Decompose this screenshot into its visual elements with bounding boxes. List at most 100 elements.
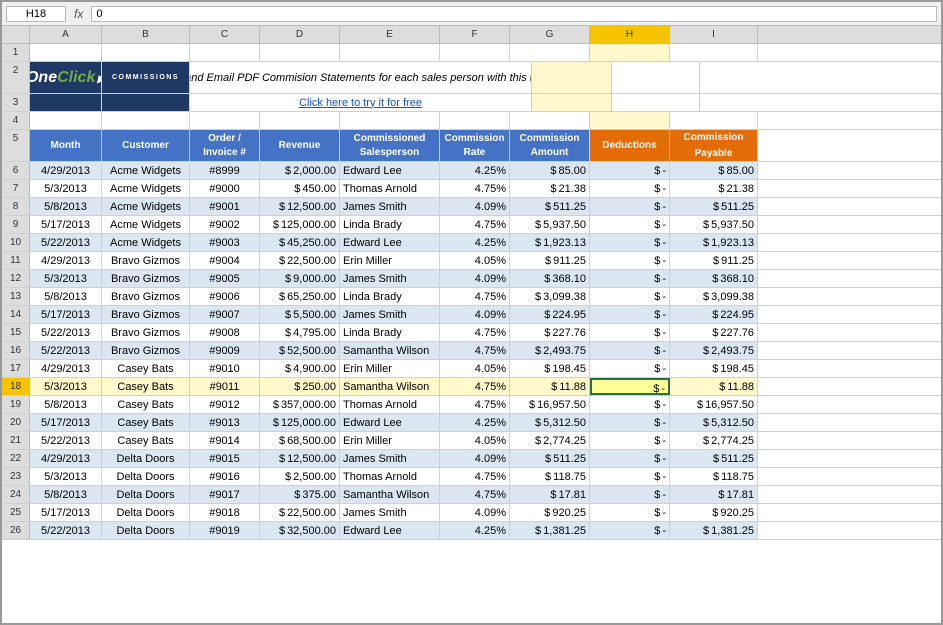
cell-payable[interactable]: $227.76	[670, 324, 758, 341]
cell-rate[interactable]: 4.25%	[440, 414, 510, 431]
cell-revenue[interactable]: $375.00	[260, 486, 340, 503]
cell-revenue[interactable]: $4,795.00	[260, 324, 340, 341]
cell-amount[interactable]: $198.45	[510, 360, 590, 377]
cell-month[interactable]: 5/17/2013	[30, 414, 102, 431]
cell-customer[interactable]: Bravo Gizmos	[102, 270, 190, 287]
cell-reference-input[interactable]	[6, 6, 66, 22]
cell-amount[interactable]: $1,923.13	[510, 234, 590, 251]
cell-rate[interactable]: 4.25%	[440, 522, 510, 539]
cell-revenue[interactable]: $65,250.00	[260, 288, 340, 305]
cell-amount[interactable]: $11.88	[510, 378, 590, 395]
cell-deductions[interactable]: $-	[590, 252, 670, 269]
cell-rate[interactable]: 4.09%	[440, 270, 510, 287]
cell-revenue[interactable]: $2,500.00	[260, 468, 340, 485]
cell-revenue[interactable]: $22,500.00	[260, 504, 340, 521]
cell-rate[interactable]: 4.75%	[440, 378, 510, 395]
cell-order[interactable]: #9013	[190, 414, 260, 431]
cell-amount[interactable]: $118.75	[510, 468, 590, 485]
cell-month[interactable]: 5/8/2013	[30, 288, 102, 305]
cell-order[interactable]: #9007	[190, 306, 260, 323]
cell-revenue[interactable]: $450.00	[260, 180, 340, 197]
cell-amount[interactable]: $16,957.50	[510, 396, 590, 413]
cell-salesperson[interactable]: James Smith	[340, 270, 440, 287]
cell-customer[interactable]: Casey Bats	[102, 360, 190, 377]
cell-month[interactable]: 5/3/2013	[30, 378, 102, 395]
cell-month[interactable]: 4/29/2013	[30, 450, 102, 467]
cell-amount[interactable]: $511.25	[510, 198, 590, 215]
cell-salesperson[interactable]: Edward Lee	[340, 162, 440, 179]
cell-customer[interactable]: Bravo Gizmos	[102, 306, 190, 323]
cell-revenue[interactable]: $22,500.00	[260, 252, 340, 269]
cell-salesperson[interactable]: Edward Lee	[340, 414, 440, 431]
cell-deductions[interactable]: $-	[590, 234, 670, 251]
cell-salesperson[interactable]: Thomas Arnold	[340, 180, 440, 197]
cell-customer[interactable]: Acme Widgets	[102, 180, 190, 197]
cell-payable[interactable]: $198.45	[670, 360, 758, 377]
cell-customer[interactable]: Delta Doors	[102, 504, 190, 521]
cell-deductions[interactable]: $-	[590, 270, 670, 287]
cell-revenue[interactable]: $68,500.00	[260, 432, 340, 449]
cell-deductions[interactable]: $-	[590, 306, 670, 323]
cell-deductions[interactable]: $-	[590, 342, 670, 359]
col-header-g[interactable]: G	[510, 26, 590, 43]
cell-rate[interactable]: 4.09%	[440, 306, 510, 323]
cell-amount[interactable]: $3,099.38	[510, 288, 590, 305]
cell-payable[interactable]: $920.25	[670, 504, 758, 521]
cell-amount[interactable]: $224.95	[510, 306, 590, 323]
cell-rate[interactable]: 4.09%	[440, 450, 510, 467]
cell-payable[interactable]: $17.81	[670, 486, 758, 503]
cell-order[interactable]: #9018	[190, 504, 260, 521]
cell-deductions[interactable]: $-	[590, 504, 670, 521]
cell-deductions[interactable]: $-	[590, 180, 670, 197]
cell-month[interactable]: 5/22/2013	[30, 432, 102, 449]
cell-deductions[interactable]: $-	[590, 324, 670, 341]
cell-salesperson[interactable]: James Smith	[340, 306, 440, 323]
cell-deductions[interactable]: $-	[590, 162, 670, 179]
formula-input[interactable]	[91, 6, 937, 22]
cell-payable[interactable]: $11.88	[670, 378, 758, 395]
cell-salesperson[interactable]: James Smith	[340, 504, 440, 521]
cell-order[interactable]: #9010	[190, 360, 260, 377]
cell-order[interactable]: #9017	[190, 486, 260, 503]
cell-month[interactable]: 5/3/2013	[30, 180, 102, 197]
col-header-e[interactable]: E	[340, 26, 440, 43]
cell-order[interactable]: #9006	[190, 288, 260, 305]
cell-payable[interactable]: $911.25	[670, 252, 758, 269]
cell-payable[interactable]: $118.75	[670, 468, 758, 485]
cell-rate[interactable]: 4.25%	[440, 162, 510, 179]
cell-customer[interactable]: Casey Bats	[102, 414, 190, 431]
cell-month[interactable]: 5/3/2013	[30, 468, 102, 485]
cell-order[interactable]: #9002	[190, 216, 260, 233]
cell-month[interactable]: 5/8/2013	[30, 198, 102, 215]
cell-rate[interactable]: 4.75%	[440, 396, 510, 413]
cell-salesperson[interactable]: Edward Lee	[340, 522, 440, 539]
cell-revenue[interactable]: $125,000.00	[260, 414, 340, 431]
cell-customer[interactable]: Bravo Gizmos	[102, 342, 190, 359]
cell-order[interactable]: #9012	[190, 396, 260, 413]
cell-payable[interactable]: $85.00	[670, 162, 758, 179]
cell-rate[interactable]: 4.75%	[440, 180, 510, 197]
cell-customer[interactable]: Delta Doors	[102, 522, 190, 539]
cell-deductions[interactable]: $-	[590, 396, 670, 413]
cell-deductions[interactable]: $-	[590, 360, 670, 377]
cell-amount[interactable]: $911.25	[510, 252, 590, 269]
cell-payable[interactable]: $5,312.50	[670, 414, 758, 431]
cell-salesperson[interactable]: Linda Brady	[340, 324, 440, 341]
cell-amount[interactable]: $2,493.75	[510, 342, 590, 359]
cell-order[interactable]: #9009	[190, 342, 260, 359]
cell-rate[interactable]: 4.75%	[440, 342, 510, 359]
cell-amount[interactable]: $21.38	[510, 180, 590, 197]
cell-customer[interactable]: Acme Widgets	[102, 234, 190, 251]
cell-customer[interactable]: Delta Doors	[102, 468, 190, 485]
cell-amount[interactable]: $2,774.25	[510, 432, 590, 449]
cell-order[interactable]: #9019	[190, 522, 260, 539]
cell-amount[interactable]: $920.25	[510, 504, 590, 521]
cell-rate[interactable]: 4.75%	[440, 288, 510, 305]
cell-salesperson[interactable]: Erin Miller	[340, 432, 440, 449]
cell-payable[interactable]: $511.25	[670, 450, 758, 467]
cell-deductions[interactable]: $-	[590, 450, 670, 467]
cell-revenue[interactable]: $357,000.00	[260, 396, 340, 413]
cell-salesperson[interactable]: James Smith	[340, 450, 440, 467]
cell-salesperson[interactable]: Samantha Wilson	[340, 342, 440, 359]
cell-rate[interactable]: 4.05%	[440, 360, 510, 377]
